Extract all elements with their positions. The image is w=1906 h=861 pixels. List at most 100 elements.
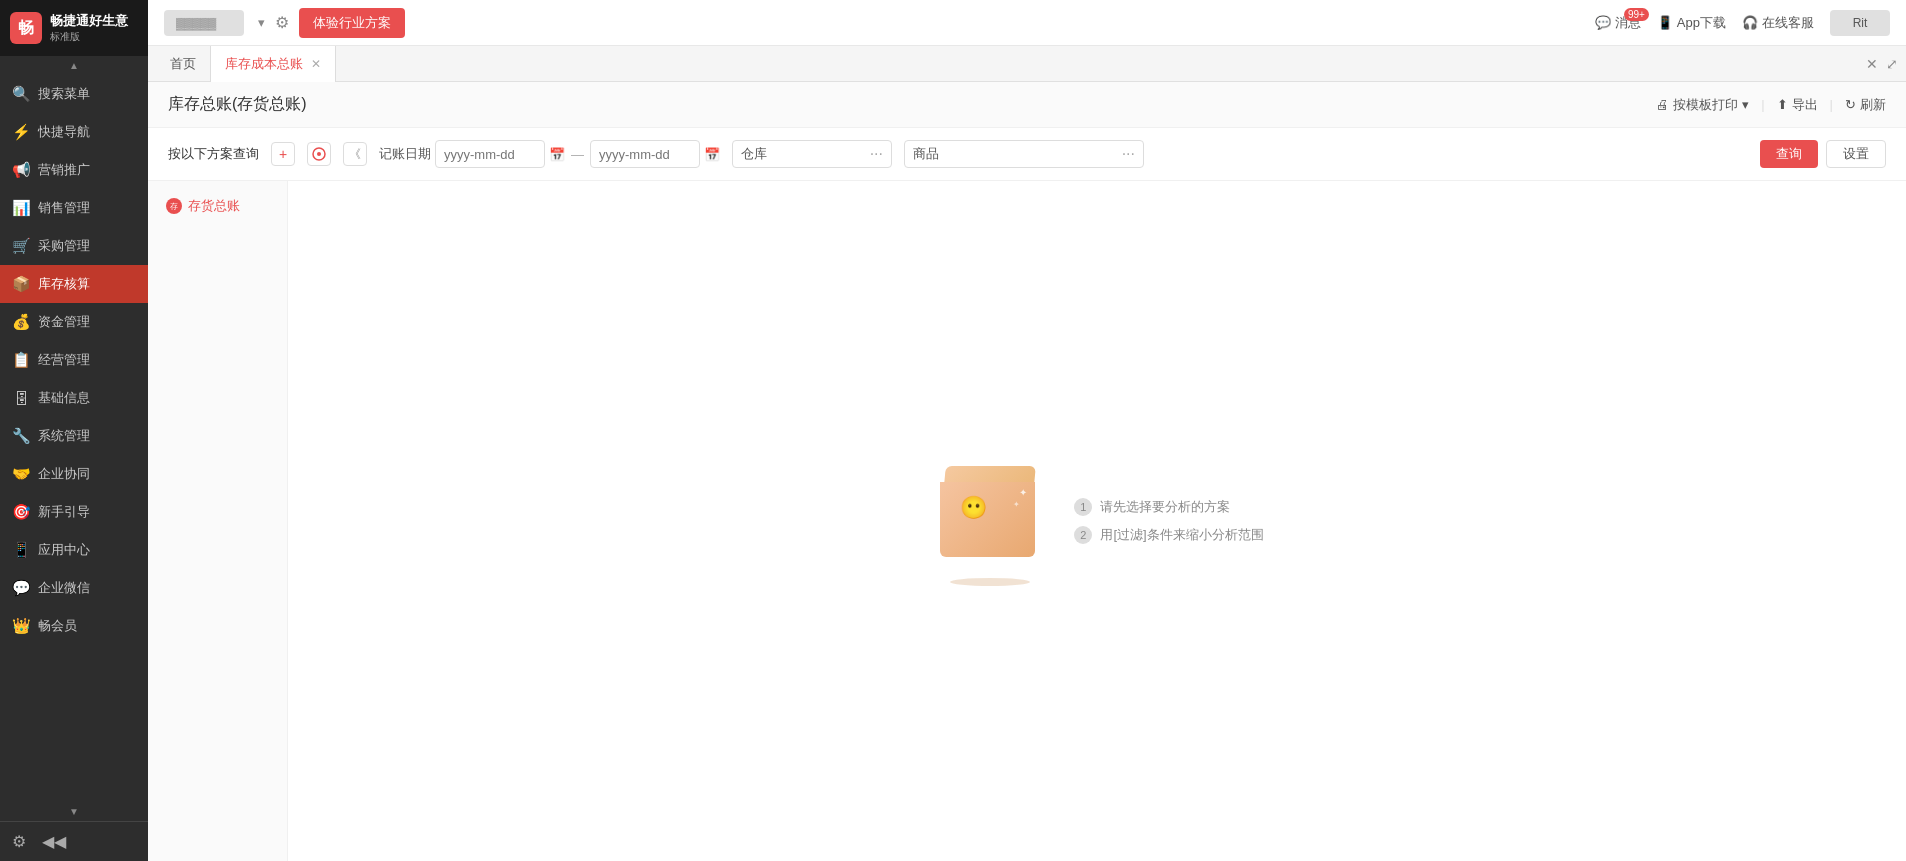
user-avatar[interactable]: Rit (1830, 10, 1890, 36)
tip-number-2: 2 (1074, 526, 1092, 544)
sidebar-item-operations[interactable]: 📋 经营管理 (0, 341, 148, 379)
app-center-icon: 📱 (12, 541, 30, 559)
content-body: 存 存货总账 😶 (148, 181, 1906, 861)
topbar-gear-icon[interactable]: ⚙ (275, 13, 289, 32)
empty-illustration: 😶 ✦ ✦ (930, 456, 1050, 586)
app-download-button[interactable]: 📱 App下载 (1657, 14, 1726, 32)
export-button[interactable]: ⬆ 导出 (1777, 96, 1818, 114)
scheme-item-inventory[interactable]: 存 存货总账 (158, 191, 277, 221)
product-more-icon[interactable]: ··· (1122, 145, 1135, 163)
box-shadow (950, 578, 1030, 586)
sidebar-item-label: 快捷导航 (38, 123, 90, 141)
collapse-footer-icon[interactable]: ◀◀ (42, 832, 66, 851)
search-icon: 🔍 (12, 85, 30, 103)
tab-inventory-cost[interactable]: 库存成本总账 ✕ (211, 46, 336, 82)
settings-button[interactable]: 设置 (1826, 140, 1886, 168)
online-service-button[interactable]: 🎧 在线客服 (1742, 14, 1814, 32)
sidebar-item-sales[interactable]: 📊 销售管理 (0, 189, 148, 227)
tip-number-1: 1 (1074, 498, 1092, 516)
tab-close-icon[interactable]: ✕ (311, 57, 321, 71)
scheme-item-label: 存货总账 (188, 197, 240, 215)
headset-icon: 🎧 (1742, 15, 1758, 30)
sidebar-item-label: 资金管理 (38, 313, 90, 331)
sidebar-scroll-up[interactable]: ▲ (67, 58, 81, 73)
sidebar-item-app-center[interactable]: 📱 应用中心 (0, 531, 148, 569)
sidebar-footer: ⚙ ◀◀ (0, 821, 148, 861)
scheme-panel: 存 存货总账 (148, 181, 288, 861)
sidebar-item-label: 搜索菜单 (38, 85, 90, 103)
sidebar-item-cooperation[interactable]: 🤝 企业协同 (0, 455, 148, 493)
logo-text: 畅捷通好生意 标准版 (50, 13, 128, 43)
panel-close-icon[interactable]: ✕ (1866, 56, 1878, 72)
filter-scheme-button[interactable] (307, 142, 331, 166)
warehouse-more-icon[interactable]: ··· (870, 145, 883, 163)
filter-actions: 查询 设置 (1760, 140, 1886, 168)
refresh-button[interactable]: ↻ 刷新 (1845, 96, 1886, 114)
export-icon: ⬆ (1777, 97, 1788, 112)
sidebar-item-label: 畅会员 (38, 617, 77, 635)
logo-icon: 畅 (10, 12, 42, 44)
member-icon: 👑 (12, 617, 30, 635)
sidebar-item-label: 经营管理 (38, 351, 90, 369)
warehouse-select[interactable]: 仓库 ··· (732, 140, 892, 168)
inventory-icon: 📦 (12, 275, 30, 293)
sales-icon: 📊 (12, 199, 30, 217)
sidebar-item-quick-nav[interactable]: ⚡ 快捷导航 (0, 113, 148, 151)
date-end-calendar-icon[interactable]: 📅 (704, 147, 720, 162)
sidebar-item-label: 营销推广 (38, 161, 90, 179)
app-logo: 畅 畅捷通好生意 标准版 (0, 0, 148, 56)
sidebar-item-basic-info[interactable]: 🗄 基础信息 (0, 379, 148, 417)
product-select-label: 商品 (913, 145, 1118, 163)
sidebar-item-purchase[interactable]: 🛒 采购管理 (0, 227, 148, 265)
date-field-label: 记账日期 (379, 145, 431, 163)
sidebar-scroll-down[interactable]: ▼ (67, 804, 81, 819)
topbar: ▓▓▓▓▓ ▾ ⚙ 体验行业方案 💬 消息 99+ 📱 App下载 🎧 在线客服… (148, 0, 1906, 46)
scheme-item-icon: 存 (166, 198, 182, 214)
sidebar-item-inventory[interactable]: 📦 库存核算 (0, 265, 148, 303)
industry-solution-button[interactable]: 体验行业方案 (299, 8, 405, 38)
page-title: 库存总账(存货总账) (168, 94, 307, 115)
sidebar-item-label: 基础信息 (38, 389, 90, 407)
date-separator: — (571, 147, 584, 162)
warehouse-select-label: 仓库 (741, 145, 866, 163)
tip-text-2: 用[过滤]条件来缩小分析范围 (1100, 526, 1263, 544)
main-area: ▓▓▓▓▓ ▾ ⚙ 体验行业方案 💬 消息 99+ 📱 App下载 🎧 在线客服… (148, 0, 1906, 861)
messages-button[interactable]: 💬 消息 99+ (1595, 14, 1641, 32)
panel-expand-icon[interactable]: ⤢ (1886, 56, 1898, 72)
sidebar-item-marketing[interactable]: 📢 营销推广 (0, 151, 148, 189)
page-container: 库存总账(存货总账) 🖨 按模板打印 ▾ | ⬆ 导出 | ↻ 刷新 (148, 82, 1906, 861)
empty-tips: 1 请先选择要分析的方案 2 用[过滤]条件来缩小分析范围 (1074, 498, 1263, 544)
filter-add-button[interactable]: + (271, 142, 295, 166)
tab-home[interactable]: 首页 (156, 46, 211, 82)
settings-footer-icon[interactable]: ⚙ (12, 832, 26, 851)
system-icon: 🔧 (12, 427, 30, 445)
empty-tip-2: 2 用[过滤]条件来缩小分析范围 (1074, 526, 1263, 544)
messages-badge: 99+ (1624, 8, 1649, 21)
sidebar-nav: 🔍 搜索菜单 ⚡ 快捷导航 📢 营销推广 📊 销售管理 🛒 采购管理 📦 库存核… (0, 75, 148, 802)
date-end-input[interactable] (590, 140, 700, 168)
sidebar-item-finance[interactable]: 💰 资金管理 (0, 303, 148, 341)
filter-collapse-button[interactable]: 《 (343, 142, 367, 166)
print-dropdown-icon[interactable]: ▾ (1742, 97, 1749, 112)
sidebar-item-system[interactable]: 🔧 系统管理 (0, 417, 148, 455)
sidebar-item-label: 企业微信 (38, 579, 90, 597)
user-dropdown-icon[interactable]: ▾ (258, 15, 265, 30)
sidebar-item-member[interactable]: 👑 畅会员 (0, 607, 148, 645)
product-select[interactable]: 商品 ··· (904, 140, 1144, 168)
sidebar-item-label: 采购管理 (38, 237, 90, 255)
box-face: 😶 (960, 497, 987, 519)
sidebar-item-wechat[interactable]: 💬 企业微信 (0, 569, 148, 607)
filter-bar: 按以下方案查询 + 《 记账日期 📅 — 📅 仓库 (148, 128, 1906, 181)
box-body: 😶 ✦ ✦ (940, 482, 1035, 557)
sidebar-item-label: 销售管理 (38, 199, 90, 217)
refresh-icon: ↻ (1845, 97, 1856, 112)
sidebar-item-guide[interactable]: 🎯 新手引导 (0, 493, 148, 531)
query-button[interactable]: 查询 (1760, 140, 1818, 168)
date-start-calendar-icon[interactable]: 📅 (549, 147, 565, 162)
user-selector[interactable]: ▓▓▓▓▓ (164, 10, 244, 36)
print-button[interactable]: 🖨 按模板打印 ▾ (1656, 96, 1749, 114)
tip-text-1: 请先选择要分析的方案 (1100, 498, 1230, 516)
tabbar: 首页 库存成本总账 ✕ ✕ ⤢ (148, 46, 1906, 82)
date-start-input[interactable] (435, 140, 545, 168)
sidebar-item-search[interactable]: 🔍 搜索菜单 (0, 75, 148, 113)
